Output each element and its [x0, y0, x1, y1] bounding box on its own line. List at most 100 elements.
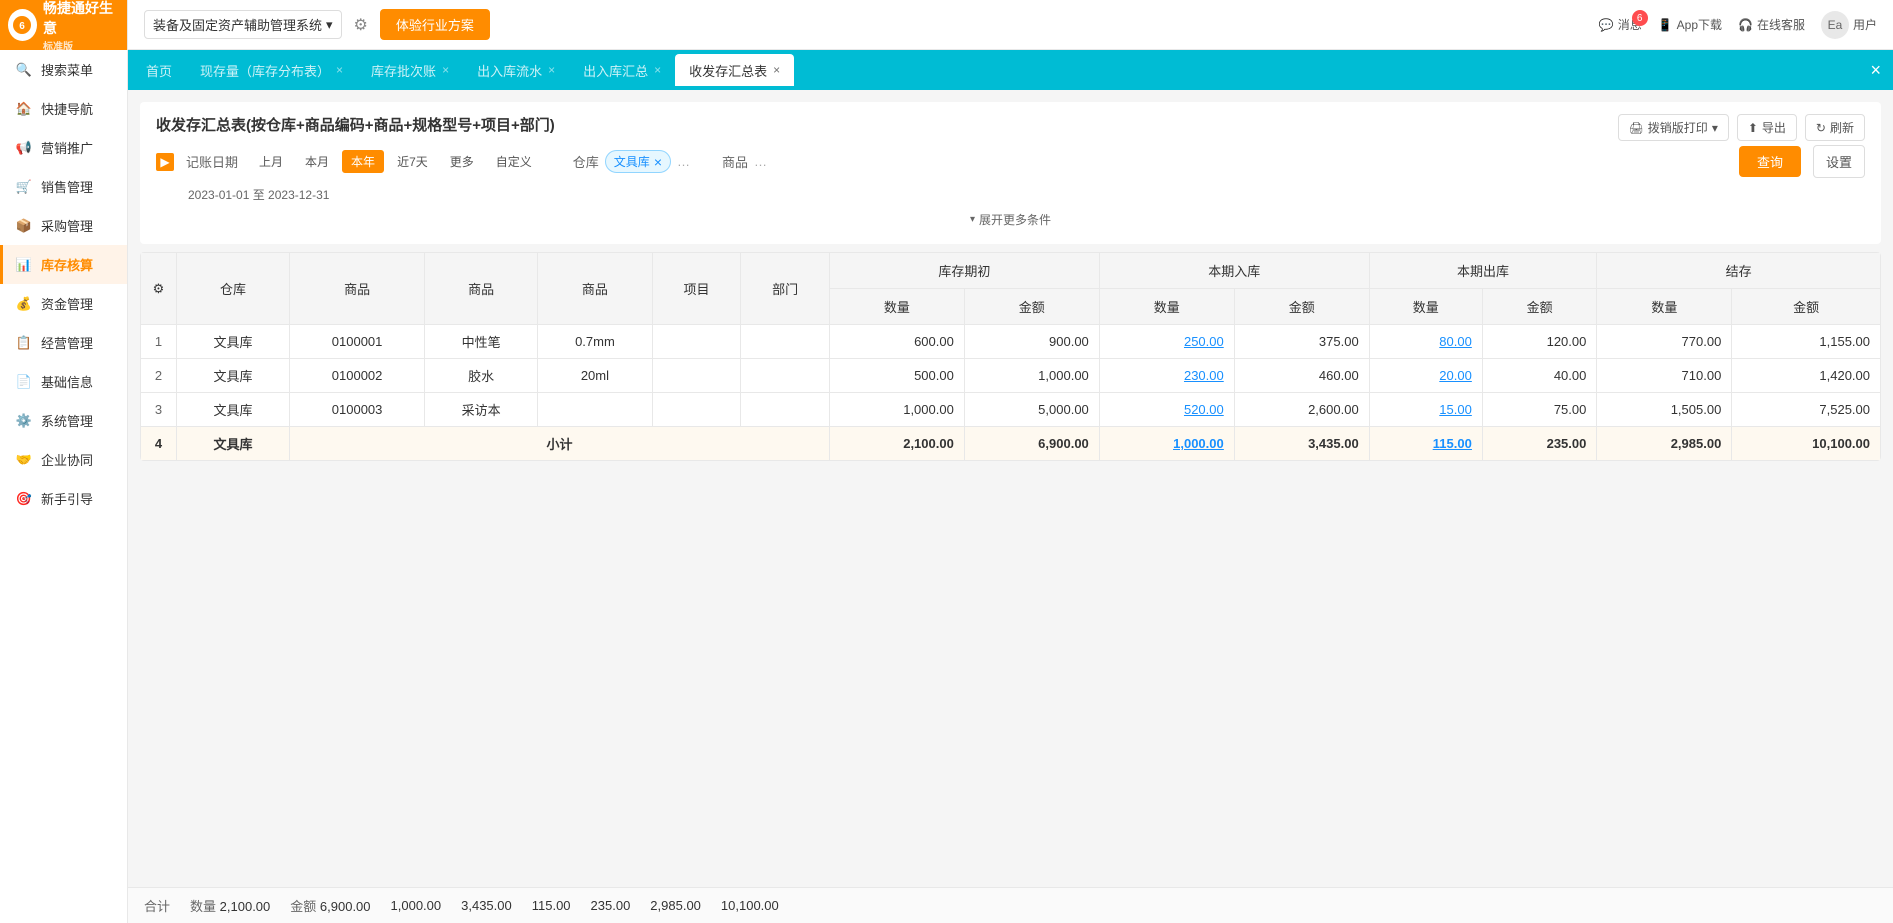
cell-in-amt: 375.00	[1234, 325, 1369, 359]
warehouse-tag-text: 文具库	[614, 153, 650, 170]
close-all-tabs[interactable]: ×	[1862, 60, 1889, 81]
warehouse-more[interactable]: …	[677, 154, 690, 169]
export-icon: ⬆	[1748, 121, 1758, 135]
cell-out-qty[interactable]: 15.00	[1369, 393, 1482, 427]
message-icon: 💬	[1599, 18, 1614, 32]
th-settings[interactable]: ⚙	[141, 253, 177, 325]
expand-more-conditions[interactable]: ▾ 展开更多条件	[970, 207, 1051, 232]
sidebar-item-label: 企业协同	[41, 450, 93, 469]
date-btn-custom[interactable]: 自定义	[487, 150, 541, 173]
date-range: 2023-01-01 至 2023-12-31	[188, 186, 1865, 203]
tab-label: 出入库流水	[477, 61, 542, 80]
print-button[interactable]: 🖨 拨销版打印 ▾	[1618, 114, 1729, 141]
tab-rec-pay-summary[interactable]: 收发存汇总表 ×	[675, 54, 794, 86]
cell-balance-qty: 1,505.00	[1597, 393, 1732, 427]
data-table: ⚙ 仓库 商品 商品 商品 项目 部门 库存期初 本期入库 本期出库 结存 数量	[140, 252, 1881, 461]
sidebar-item-quick-nav[interactable]: 🏠 快捷导航	[0, 89, 127, 128]
tab-inout-flow[interactable]: 出入库流水 ×	[463, 54, 569, 86]
date-btn-this-month[interactable]: 本月	[296, 150, 338, 173]
tab-bar: 首页 现存量（库存分布表） × 库存批次账 × 出入库流水 × 出入库汇总 × …	[128, 50, 1893, 90]
sidebar-item-basic[interactable]: 📄 基础信息	[0, 362, 127, 401]
date-btn-last-month[interactable]: 上月	[250, 150, 292, 173]
sidebar-item-guide[interactable]: 🎯 新手引导	[0, 479, 127, 518]
table-row: 1 文具库 0100001 中性笔 0.7mm 600.00 900.00 25…	[141, 325, 1881, 359]
app-download-action[interactable]: 📱 App下载	[1658, 16, 1722, 33]
cell-out-qty[interactable]: 20.00	[1369, 359, 1482, 393]
tab-label: 出入库汇总	[583, 61, 648, 80]
cell-name: 中性笔	[425, 325, 538, 359]
tab-inventory-dist[interactable]: 现存量（库存分布表） ×	[186, 54, 357, 86]
cell-out-qty[interactable]: 80.00	[1369, 325, 1482, 359]
cell-out-qty[interactable]: 115.00	[1369, 427, 1482, 461]
warehouse-tag-close[interactable]: ×	[654, 154, 662, 170]
th-name: 商品	[425, 253, 538, 325]
service-action[interactable]: 🎧 在线客服	[1738, 16, 1805, 33]
sidebar-item-purchase[interactable]: 📦 采购管理	[0, 206, 127, 245]
sidebar-item-search[interactable]: 🔍 搜索菜单	[0, 50, 127, 89]
sidebar-item-operations[interactable]: 📋 经营管理	[0, 323, 127, 362]
message-action[interactable]: 💬 消息 6	[1599, 16, 1642, 33]
svg-text:6: 6	[20, 21, 26, 32]
tab-inout-summary[interactable]: 出入库汇总 ×	[569, 54, 675, 86]
trial-button[interactable]: 体验行业方案	[380, 9, 490, 40]
cell-in-amt: 2,600.00	[1234, 393, 1369, 427]
tab-batch-accounts[interactable]: 库存批次账 ×	[357, 54, 463, 86]
cell-name: 采访本	[425, 393, 538, 427]
user-label: 用户	[1853, 16, 1877, 33]
sidebar-item-finance[interactable]: 💰 资金管理	[0, 284, 127, 323]
expand-toggle-button[interactable]: ▶	[156, 153, 174, 171]
sidebar-item-inventory[interactable]: 📊 库存核算	[0, 245, 127, 284]
cell-opening-qty: 600.00	[829, 325, 964, 359]
export-button[interactable]: ⬆ 导出	[1737, 114, 1797, 141]
cell-opening-qty: 500.00	[829, 359, 964, 393]
cell-in-qty[interactable]: 250.00	[1099, 325, 1234, 359]
user-action[interactable]: Ea 用户	[1821, 11, 1877, 39]
tab-home[interactable]: 首页	[132, 54, 186, 86]
th-out-amt: 金额	[1482, 289, 1597, 325]
footer-balance-qty: 2,985.00	[650, 898, 701, 913]
search-icon: 🔍	[15, 61, 33, 79]
query-button[interactable]: 查询	[1739, 146, 1801, 177]
cell-code: 0100003	[290, 393, 425, 427]
date-btn-more[interactable]: 更多	[441, 150, 483, 173]
cell-num: 3	[141, 393, 177, 427]
th-group-in: 本期入库	[1099, 253, 1369, 289]
tab-close-icon[interactable]: ×	[336, 63, 343, 77]
gear-icon[interactable]: ⚙	[354, 15, 368, 35]
service-icon: 🎧	[1738, 18, 1753, 32]
th-opening-amt: 金额	[964, 289, 1099, 325]
chevron-down-icon: ▾	[1712, 121, 1718, 135]
warehouse-label: 仓库	[573, 152, 599, 171]
cell-name: 胶水	[425, 359, 538, 393]
goods-more[interactable]: …	[754, 154, 767, 169]
sidebar-item-label: 系统管理	[41, 411, 93, 430]
tab-close-icon[interactable]: ×	[442, 63, 449, 77]
cell-opening-amt: 1,000.00	[964, 359, 1099, 393]
sidebar-item-system[interactable]: ⚙️ 系统管理	[0, 401, 127, 440]
sidebar-nav: 🔍 搜索菜单 🏠 快捷导航 📢 营销推广 🛒 销售管理 📦 采购管理 📊 库存核…	[0, 50, 127, 923]
tab-close-icon[interactable]: ×	[548, 63, 555, 77]
sidebar-item-collab[interactable]: 🤝 企业协同	[0, 440, 127, 479]
tab-close-icon[interactable]: ×	[773, 63, 780, 77]
avatar-text: Ea	[1828, 18, 1843, 32]
tab-close-icon[interactable]: ×	[654, 63, 661, 77]
cell-in-qty[interactable]: 520.00	[1099, 393, 1234, 427]
sidebar-item-label: 新手引导	[41, 489, 93, 508]
date-btn-7days[interactable]: 近7天	[388, 150, 437, 173]
cell-code: 0100001	[290, 325, 425, 359]
system-selector[interactable]: 装备及固定资产辅助管理系统 ▾	[144, 10, 342, 39]
tab-label: 现存量（库存分布表）	[200, 61, 330, 80]
cell-out-amt: 40.00	[1482, 359, 1597, 393]
sidebar-item-label: 采购管理	[41, 216, 93, 235]
cell-spec: 20ml	[538, 359, 652, 393]
refresh-button[interactable]: ↻ 刷新	[1805, 114, 1865, 141]
cell-out-amt: 120.00	[1482, 325, 1597, 359]
sidebar-logo-text: 畅捷通好生意	[43, 0, 119, 38]
sidebar-item-sales[interactable]: 🛒 销售管理	[0, 167, 127, 206]
sidebar-item-label: 经营管理	[41, 333, 93, 352]
cell-in-qty[interactable]: 230.00	[1099, 359, 1234, 393]
settings-button[interactable]: 设置	[1813, 145, 1865, 178]
sidebar-item-marketing[interactable]: 📢 营销推广	[0, 128, 127, 167]
date-btn-this-year[interactable]: 本年	[342, 150, 384, 173]
cell-in-qty[interactable]: 1,000.00	[1099, 427, 1234, 461]
